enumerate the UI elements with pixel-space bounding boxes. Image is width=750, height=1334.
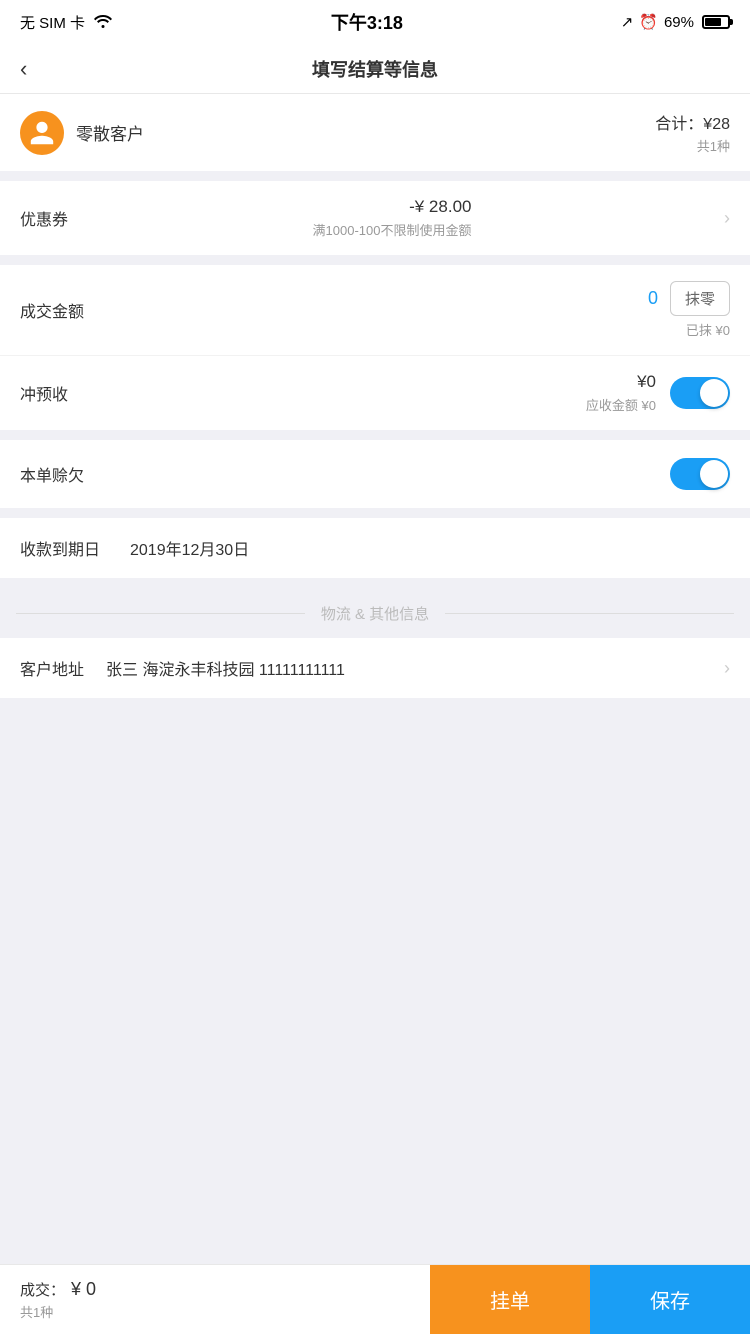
deal-amount-row: 成交金额 0 抹零 已抹 ¥0: [0, 265, 750, 356]
prepay-amounts: ¥0 应收金额 ¥0: [586, 372, 656, 414]
coupon-amount: -¥ 28.00: [313, 197, 472, 217]
nav-bar: ‹ 填写结算等信息: [0, 44, 750, 94]
bottom-bar: 成交： ¥ 0 共1种 挂单 保存: [0, 1264, 750, 1334]
due-date-row: 收款到期日 2019年12月30日: [0, 518, 750, 578]
bottom-trade-value: ¥ 0: [71, 1279, 96, 1300]
logistics-divider: 物流 & 其他信息: [0, 588, 750, 638]
sim-label: 无 SIM 卡: [20, 12, 85, 33]
due-date-label: 收款到期日: [20, 536, 110, 560]
prepay-toggle-knob: [700, 379, 728, 407]
credit-section: 本单赊欠: [0, 440, 750, 508]
coupon-chevron-icon: ›: [724, 208, 730, 229]
round-off-button[interactable]: 抹零: [670, 281, 730, 316]
section-divider-1: [0, 430, 750, 440]
deal-amount-right: 0 抹零 已抹 ¥0: [648, 281, 730, 339]
address-value: 张三 海淀永丰科技园 11111111111: [106, 656, 708, 680]
alarm-icon: ⏰: [639, 13, 658, 31]
status-left: 无 SIM 卡: [20, 12, 113, 33]
battery-percent: 69%: [664, 14, 694, 31]
page-title: 填写结算等信息: [312, 56, 438, 82]
customer-count: 共1种: [655, 136, 730, 155]
back-button[interactable]: ‹: [20, 56, 27, 82]
due-date-value: 2019年12月30日: [130, 536, 249, 560]
bottom-info: 成交： ¥ 0 共1种: [0, 1279, 430, 1321]
coupon-label: 优惠券: [20, 206, 68, 230]
credit-row: 本单赊欠: [0, 440, 750, 508]
logistics-line-right: [445, 613, 734, 614]
coupon-section: 优惠券 -¥ 28.00 满1000-100不限制使用金额 ›: [0, 181, 750, 255]
deal-amount-label: 成交金额: [20, 298, 100, 322]
status-time: 下午3:18: [331, 9, 403, 35]
status-right: ↗ ⏰ 69%: [621, 13, 730, 31]
address-label: 客户地址: [20, 656, 90, 680]
prepay-label: 冲预收: [20, 381, 100, 405]
prepay-sub-amount: 应收金额 ¥0: [586, 395, 656, 414]
bottom-trade-label: 成交：: [20, 1279, 65, 1300]
deal-amount-top: 0 抹零: [648, 281, 730, 316]
wifi-icon: [93, 12, 113, 32]
prepay-toggle[interactable]: [670, 377, 730, 409]
customer-section: 零散客户 合计：¥28 共1种: [0, 94, 750, 171]
credit-toggle[interactable]: [670, 458, 730, 490]
battery-icon: [702, 15, 730, 29]
section-divider-2: [0, 578, 750, 588]
hold-button[interactable]: 挂单: [430, 1265, 590, 1334]
customer-left: 零散客户: [20, 111, 144, 155]
customer-right: 合计：¥28 共1种: [655, 110, 730, 155]
prepay-row: 冲预收 ¥0 应收金额 ¥0: [0, 356, 750, 430]
customer-total: 合计：¥28: [655, 110, 730, 134]
main-content: 零散客户 合计：¥28 共1种 优惠券 -¥ 28.00 满1000-100不限…: [0, 94, 750, 908]
already-rounded: 已抹 ¥0: [686, 320, 730, 339]
customer-name: 零散客户: [76, 120, 144, 145]
deal-amount-value: 0: [648, 288, 658, 309]
user-icon: [28, 119, 56, 147]
address-chevron-icon: ›: [724, 658, 730, 679]
deal-section: 成交金额 0 抹零 已抹 ¥0 冲预收 ¥0 应收金额 ¥0: [0, 265, 750, 430]
logistics-line-left: [16, 613, 305, 614]
address-row[interactable]: 客户地址 张三 海淀永丰科技园 11111111111 ›: [0, 638, 750, 698]
logistics-text: 物流 & 其他信息: [321, 603, 429, 624]
credit-toggle-knob: [700, 460, 728, 488]
coupon-row[interactable]: 优惠券 -¥ 28.00 满1000-100不限制使用金额 ›: [0, 181, 750, 255]
credit-label: 本单赊欠: [20, 462, 100, 486]
save-button[interactable]: 保存: [590, 1265, 750, 1334]
location-icon: ↗: [621, 13, 634, 31]
status-bar: 无 SIM 卡 下午3:18 ↗ ⏰ 69%: [0, 0, 750, 44]
bottom-count: 共1种: [20, 1302, 410, 1321]
coupon-description: 满1000-100不限制使用金额: [313, 220, 472, 239]
customer-avatar: [20, 111, 64, 155]
coupon-right: -¥ 28.00 满1000-100不限制使用金额: [313, 197, 472, 239]
prepay-main-amount: ¥0: [586, 372, 656, 392]
prepay-right: ¥0 应收金额 ¥0: [586, 372, 730, 414]
empty-space: [0, 708, 750, 908]
bottom-trade-row: 成交： ¥ 0: [20, 1279, 410, 1300]
